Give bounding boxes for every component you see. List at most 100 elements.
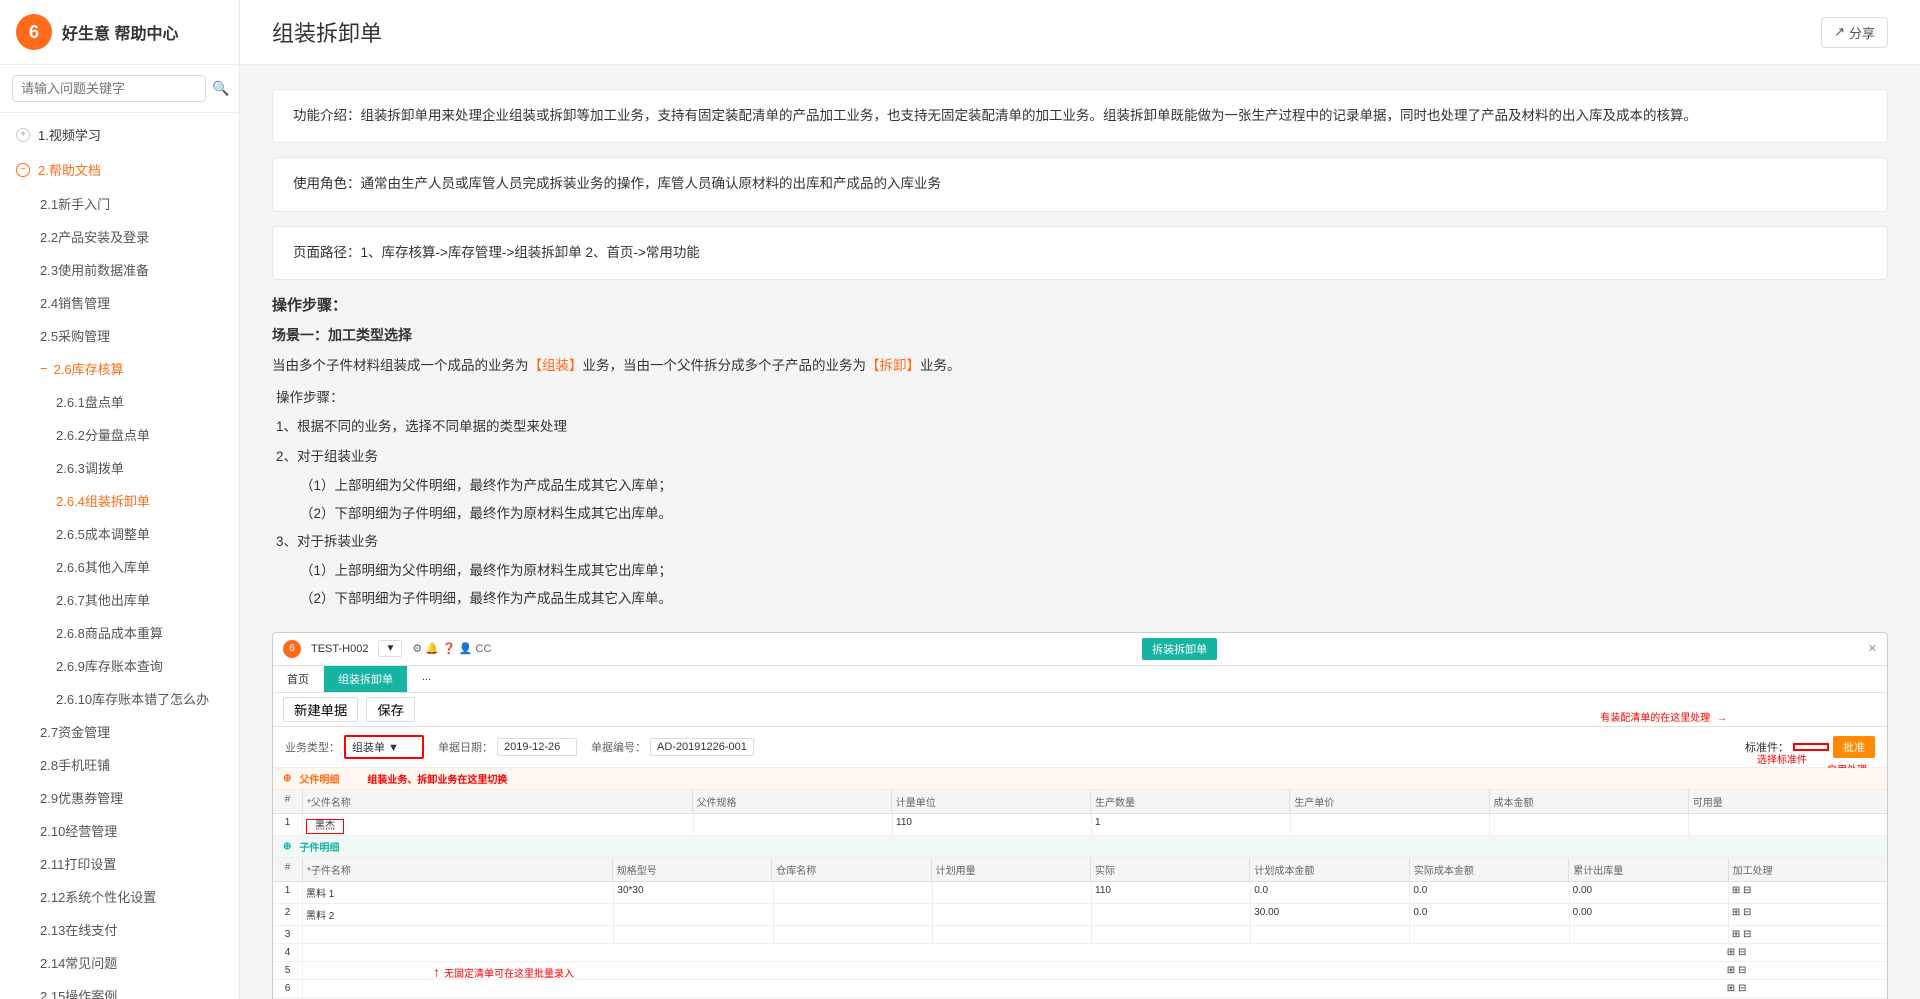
main-header: 组装拆卸单 ↗ 分享 [240, 0, 1920, 65]
sidebar-item-stock2[interactable]: 2.6.2分量盘点单 [0, 418, 239, 451]
sidebar-item-cases[interactable]: 2.15操作案例 [0, 979, 239, 999]
main-content: 功能介绍：组装拆卸单用来处理企业组装或拆卸等加工业务，支持有固定装配清单的产品加… [240, 65, 1920, 999]
sidebar-item-costadjust[interactable]: 2.6.5成本调整单 [0, 517, 239, 550]
col-sub-spec: 规格型号 [613, 858, 772, 881]
tab-home[interactable]: 首页 [273, 666, 324, 692]
field-date-label: 单据日期： [438, 739, 493, 755]
lower-table-header: # *子件名称 规格型号 仓库名称 计划用量 实际 计划成本金额 实际成本金额 … [273, 858, 1887, 882]
lr1-ac: 0.0 [1410, 882, 1569, 903]
sidebar-item-finance[interactable]: 2.7资金管理 [0, 715, 239, 748]
sidebar-item-coupon[interactable]: 2.9优惠券管理 [0, 781, 239, 814]
sidebar-item-otherinstock[interactable]: 2.6.6其他入库单 [0, 550, 239, 583]
sidebar-item-helpdocs[interactable]: − 2.帮助文档 [0, 152, 239, 187]
lr6-num: 6 [273, 980, 303, 997]
sidebar-item-faq[interactable]: 2.14常见问题 [0, 946, 239, 979]
sidebar-item-customize[interactable]: 2.12系统个性化设置 [0, 880, 239, 913]
logo-text: 好生意 帮助中心 [62, 20, 178, 44]
sidebar-item-purchase[interactable]: 2.5采购管理 [0, 319, 239, 352]
sidebar-item-inventory[interactable]: − 2.6库存核算 [0, 352, 239, 385]
lr1-spec: 30*30 [614, 882, 773, 903]
col-qty: 生产数量 [1091, 790, 1290, 813]
upper-table-label: ⊕ 父件明细 组装业务、拆卸业务在这里切换 [273, 768, 1887, 790]
field-date-value[interactable]: 2019-12-26 [497, 738, 577, 756]
sidebar-item-video[interactable]: + 1.视频学习 [0, 117, 239, 152]
role-text: 使用角色：通常由生产人员或库管人员完成拆装业务的操作，库管人员确认原材料的出库和… [293, 172, 1867, 196]
cell-row1-name: 黑杰 [303, 814, 694, 835]
field-id: 单据编号： AD-20191226-001 [591, 738, 754, 756]
sidebar-item-mobile[interactable]: 2.8手机旺铺 [0, 748, 239, 781]
lr1-co: 0.00 [1570, 882, 1729, 903]
share-button[interactable]: ↗ 分享 [1821, 17, 1888, 48]
search-input[interactable] [12, 75, 206, 102]
cell-row1-qty: 1 [1092, 814, 1291, 835]
col-warehouse: 仓库名称 [772, 858, 931, 881]
sidebar-item-costreset[interactable]: 2.6.8商品成本重算 [0, 616, 239, 649]
sidebar-item-stockerror[interactable]: 2.6.10库存账本错了怎么办 [0, 682, 239, 715]
field-id-value[interactable]: AD-20191226-001 [650, 738, 754, 756]
lr2-act [1092, 904, 1251, 925]
sidebar-item-assembly[interactable]: 2.6.4组装拆卸单 [0, 484, 239, 517]
tab-more[interactable]: ... [408, 666, 445, 692]
lr3-d [1092, 926, 1251, 943]
upper-table-header: # *父件名称 父件规格 计量单位 生产数量 生产单价 成本金额 可用量 [273, 790, 1887, 814]
field-id-label: 单据编号： [591, 739, 646, 755]
lr2-wh [774, 904, 933, 925]
annotation-1: 有装配清单的在这里处理 → [1600, 709, 1727, 724]
lr2-spec [614, 904, 773, 925]
titlebar-icons: ⚙ 🔔 ❓ 👤 CC [412, 642, 491, 655]
lower-row-4: 4 ⊞ ⊟ [273, 944, 1887, 962]
upper-table-icon: ⊕ [283, 773, 291, 784]
btn-approve[interactable]: 批准 [1833, 736, 1875, 758]
sidebar-item-dataprep[interactable]: 2.3使用前数据准备 [0, 253, 239, 286]
btn-save[interactable]: 保存 [366, 697, 415, 722]
titlebar-id: TEST-H002 [311, 643, 368, 655]
sidebar-item-stock1[interactable]: 2.6.1盘点单 [0, 385, 239, 418]
btn-new[interactable]: 新建单据 [283, 697, 358, 722]
titlebar-action-btn[interactable]: 拆装拆卸单 [1142, 638, 1217, 660]
app-dropdown[interactable]: ▼ [378, 640, 402, 657]
lr2-name: 黑料 2 [303, 904, 614, 925]
lr4-num: 4 [273, 944, 303, 961]
field-type-label: 业务类型： [285, 739, 340, 755]
scene1-desc: 当由多个子件材料组装成一个成品的业务为【组装】业务，当由一个父件拆分成多个子产品… [272, 353, 1888, 379]
lr3-g [1570, 926, 1729, 943]
lr3-h: ⊞ ⊟ [1729, 926, 1887, 943]
app-titlebar: 6 TEST-H002 ▼ ⚙ 🔔 ❓ 👤 CC 拆装拆卸单 ✕ [273, 633, 1887, 666]
lr1-wh [774, 882, 933, 903]
field-date: 单据日期： 2019-12-26 [438, 738, 577, 756]
titlebar-left: 6 TEST-H002 ▼ ⚙ 🔔 ❓ 👤 CC [283, 640, 491, 658]
step3-sub1: （1）上部明细为父件明细，最终作为原材料生成其它出库单； [272, 558, 1888, 584]
step2-sub2: （2）下部明细为子件明细，最终作为原材料生成其它出库单。 [272, 501, 1888, 527]
col-cost: 成本金额 [1490, 790, 1689, 813]
sidebar-item-install[interactable]: 2.2产品安装及登录 [0, 220, 239, 253]
sidebar-item-otheroutstock[interactable]: 2.6.7其他出库单 [0, 583, 239, 616]
tab-assembly-active[interactable]: 组装拆卸单 [324, 666, 408, 692]
lower-row-6: 6 ⊞ ⊟ [273, 980, 1887, 998]
role-block: 使用角色：通常由生产人员或库管人员完成拆装业务的操作，库管人员确认原材料的出库和… [272, 157, 1888, 211]
sidebar-item-payment[interactable]: 2.13在线支付 [0, 913, 239, 946]
step2: 2、对于组装业务 [272, 444, 1888, 470]
annotation-2: 选择标准件 [1757, 751, 1807, 766]
scene1-title: 场景一：加工类型选择 [272, 325, 1888, 345]
upper-table-text: 父件明细 [299, 771, 339, 786]
sidebar-item-stockquery[interactable]: 2.6.9库存账本查询 [0, 649, 239, 682]
search-icon[interactable]: 🔍 [212, 80, 229, 97]
sidebar-item-print[interactable]: 2.11打印设置 [0, 847, 239, 880]
sidebar-item-newbie[interactable]: 2.1新手入门 [0, 187, 239, 220]
std-part-input[interactable] [1793, 743, 1829, 751]
col-unit: 计量单位 [892, 790, 1091, 813]
col-actual: 实际 [1091, 858, 1250, 881]
logo-area: 6 好生意 帮助中心 [0, 0, 239, 65]
col-actual-cost: 实际成本金额 [1410, 858, 1569, 881]
col-cumout: 累计出库量 [1569, 858, 1728, 881]
close-icon[interactable]: ✕ [1868, 642, 1877, 655]
lr3-num: 3 [273, 926, 303, 943]
sidebar-item-label: 1.视频学习 [38, 125, 101, 144]
sidebar-item-transfer[interactable]: 2.6.3调拨单 [0, 451, 239, 484]
sidebar-item-sales[interactable]: 2.4销售管理 [0, 286, 239, 319]
lr2-num: 2 [273, 904, 303, 925]
col-planned-qty: 计划用量 [932, 858, 1091, 881]
field-type-value[interactable]: 组装单 ▼ [344, 735, 424, 759]
lr3-b [774, 926, 933, 943]
sidebar-item-operations[interactable]: 2.10经营管理 [0, 814, 239, 847]
